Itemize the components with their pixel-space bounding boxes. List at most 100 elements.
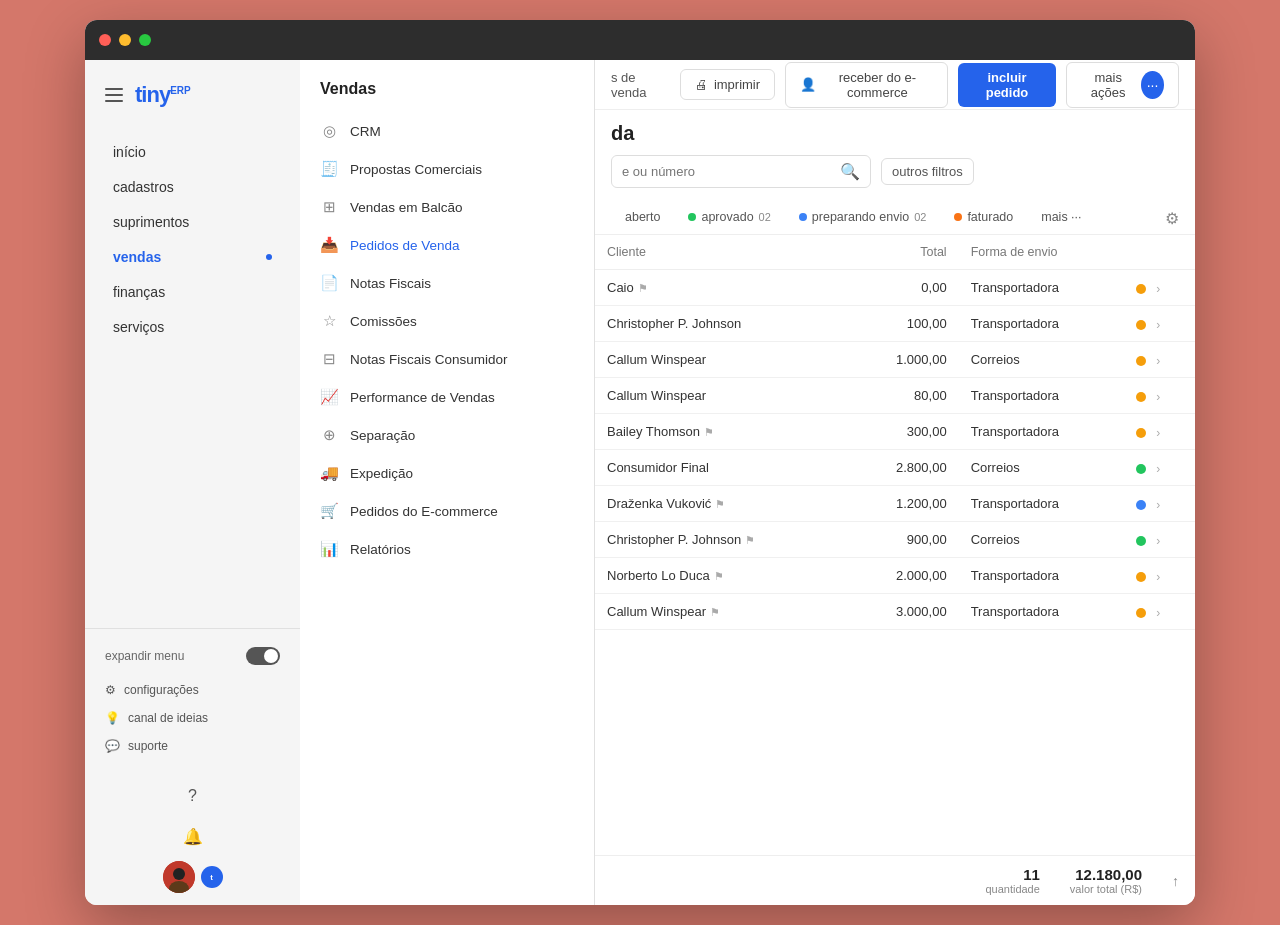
table-row[interactable]: Caio⚑ 0,00 Transportadora › bbox=[595, 270, 1195, 306]
chevron-right-icon: › bbox=[1156, 282, 1160, 296]
print-button[interactable]: 🖨 imprimir bbox=[680, 69, 775, 100]
sidebar-item-cadastros[interactable]: cadastros bbox=[93, 170, 292, 204]
tab-aprovado[interactable]: aprovado 02 bbox=[674, 202, 784, 234]
tab-label: preparando envio bbox=[812, 210, 909, 224]
table-row[interactable]: Christopher P. Johnson 100,00 Transporta… bbox=[595, 306, 1195, 342]
cell-client: Bailey Thomson⚑ bbox=[595, 414, 849, 450]
filter-button[interactable]: outros filtros bbox=[881, 158, 974, 185]
cell-client: Callum Winspear bbox=[595, 342, 849, 378]
ecommerce-button[interactable]: 👤 receber do e-commerce bbox=[785, 62, 948, 108]
table-footer: 11 quantidade 12.180,00 valor total (R$)… bbox=[595, 855, 1195, 905]
cell-client: Callum Winspear⚑ bbox=[595, 594, 849, 630]
status-dot bbox=[1136, 356, 1146, 366]
table-row[interactable]: Consumidor Final 2.800,00 Correios › bbox=[595, 450, 1195, 486]
cell-status: › bbox=[1124, 486, 1195, 521]
maximize-dot[interactable] bbox=[139, 34, 151, 46]
close-dot[interactable] bbox=[99, 34, 111, 46]
dropdown-item-notas-fiscais[interactable]: 📄 Notas Fiscais bbox=[300, 264, 594, 302]
cart-icon: 🛒 bbox=[320, 502, 338, 520]
table-row[interactable]: Christopher P. Johnson⚑ 900,00 Correios … bbox=[595, 522, 1195, 558]
status-dot bbox=[1136, 572, 1146, 582]
cell-total: 300,00 bbox=[849, 414, 959, 450]
tab-preparando[interactable]: preparando envio 02 bbox=[785, 202, 941, 234]
dropdown-item-pedidos-venda[interactable]: 📥 Pedidos de Venda bbox=[300, 226, 594, 264]
notification-button[interactable]: 🔔 bbox=[178, 821, 208, 851]
cell-status: › bbox=[1124, 306, 1195, 341]
tab-count: 02 bbox=[914, 211, 926, 223]
link-configuracoes[interactable]: ⚙ configurações bbox=[101, 677, 284, 703]
star-icon: ☆ bbox=[320, 312, 338, 330]
table-row[interactable]: Callum Winspear 1.000,00 Correios › bbox=[595, 342, 1195, 378]
tab-label: aberto bbox=[625, 210, 660, 224]
cell-client: Christopher P. Johnson bbox=[595, 306, 849, 342]
dropdown-item-expedicao[interactable]: 🚚 Expedição bbox=[300, 454, 594, 492]
dropdown-item-label: Relatórios bbox=[350, 542, 411, 557]
dropdown-item-pedidos-ecommerce[interactable]: 🛒 Pedidos do E-commerce bbox=[300, 492, 594, 530]
status-dot bbox=[1136, 608, 1146, 618]
topbar-breadcrumb: s de venda bbox=[611, 70, 668, 100]
tab-mais[interactable]: mais ··· bbox=[1027, 202, 1095, 234]
column-filter-icon[interactable]: ⚙ bbox=[1165, 209, 1179, 228]
expand-menu-toggle[interactable] bbox=[246, 647, 280, 665]
tab-label: mais ··· bbox=[1041, 210, 1081, 224]
table-row[interactable]: Callum Winspear 80,00 Transportadora › bbox=[595, 378, 1195, 414]
sidebar-item-financas[interactable]: finanças bbox=[93, 275, 292, 309]
cell-shipping: Transportadora bbox=[959, 378, 1125, 414]
more-actions-button[interactable]: mais ações ··· bbox=[1066, 62, 1179, 108]
dropdown-item-separacao[interactable]: ⊕ Separação bbox=[300, 416, 594, 454]
tab-faturado[interactable]: faturado bbox=[940, 202, 1027, 234]
dropdown-item-label: Performance de Vendas bbox=[350, 390, 495, 405]
dropdown-item-propostas[interactable]: 🧾 Propostas Comerciais bbox=[300, 150, 594, 188]
active-dot bbox=[266, 254, 272, 260]
dropdown-item-performance[interactable]: 📈 Performance de Vendas bbox=[300, 378, 594, 416]
hamburger-icon[interactable] bbox=[105, 88, 123, 102]
minimize-dot[interactable] bbox=[119, 34, 131, 46]
tiny-logo-badge: t bbox=[201, 866, 223, 888]
dropdown-item-crm[interactable]: ◎ CRM bbox=[300, 112, 594, 150]
table-row[interactable]: Norberto Lo Duca⚑ 2.000,00 Transportador… bbox=[595, 558, 1195, 594]
cell-client: Christopher P. Johnson⚑ bbox=[595, 522, 849, 558]
sidebar-item-label: início bbox=[113, 144, 146, 160]
sidebar-item-servicos[interactable]: serviços bbox=[93, 310, 292, 344]
dropdown-item-relatorios[interactable]: 📊 Relatórios bbox=[300, 530, 594, 568]
dropdown-item-comissoes[interactable]: ☆ Comissões bbox=[300, 302, 594, 340]
orders-table: Cliente Total Forma de envio Caio⚑ 0,00 … bbox=[595, 235, 1195, 630]
chat-icon: 💬 bbox=[105, 739, 120, 753]
sidebar-item-inicio[interactable]: início bbox=[93, 135, 292, 169]
table-header-row: Cliente Total Forma de envio bbox=[595, 235, 1195, 270]
expand-menu-label: expandir menu bbox=[105, 649, 184, 663]
sidebar: tinyERP início cadastros suprimentos ven… bbox=[85, 60, 300, 905]
dropdown-title: Vendas bbox=[300, 80, 594, 112]
dropdown-item-notas-fiscais-cons[interactable]: ⊟ Notas Fiscais Consumidor bbox=[300, 340, 594, 378]
sidebar-item-label: suprimentos bbox=[113, 214, 189, 230]
file-icon: 📄 bbox=[320, 274, 338, 292]
gear-icon: ⚙ bbox=[105, 683, 116, 697]
table-row[interactable]: Draženka Vuković⚑ 1.200,00 Transportador… bbox=[595, 486, 1195, 522]
search-input[interactable] bbox=[622, 164, 832, 179]
sidebar-icons: ? 🔔 t bbox=[85, 771, 300, 905]
user-avatar[interactable] bbox=[163, 861, 195, 893]
bulb-icon: 💡 bbox=[105, 711, 120, 725]
tab-aberto[interactable]: aberto bbox=[611, 202, 674, 234]
logo-text: tinyERP bbox=[135, 82, 191, 108]
cell-status: › bbox=[1124, 342, 1195, 377]
cell-client: Callum Winspear bbox=[595, 378, 849, 414]
sidebar-item-vendas[interactable]: vendas bbox=[93, 240, 292, 274]
dropdown-item-vendas-balcao[interactable]: ⊞ Vendas em Balcão bbox=[300, 188, 594, 226]
link-label: suporte bbox=[128, 739, 168, 753]
scroll-top-button[interactable]: ↑ bbox=[1172, 873, 1179, 889]
cell-client: Norberto Lo Duca⚑ bbox=[595, 558, 849, 594]
cell-shipping: Transportadora bbox=[959, 558, 1125, 594]
sidebar-item-suprimentos[interactable]: suprimentos bbox=[93, 205, 292, 239]
svg-point-1 bbox=[173, 868, 185, 880]
link-canal-ideias[interactable]: 💡 canal de ideias bbox=[101, 705, 284, 731]
table-row[interactable]: Bailey Thomson⚑ 300,00 Transportadora › bbox=[595, 414, 1195, 450]
dropdown-item-label: Pedidos do E-commerce bbox=[350, 504, 498, 519]
link-suporte[interactable]: 💬 suporte bbox=[101, 733, 284, 759]
total-label: valor total (R$) bbox=[1070, 883, 1142, 895]
status-tabs: aberto aprovado 02 preparando envio 02 bbox=[595, 202, 1195, 235]
table-row[interactable]: Callum Winspear⚑ 3.000,00 Transportadora… bbox=[595, 594, 1195, 630]
help-button[interactable]: ? bbox=[178, 781, 208, 811]
total-value: 12.180,00 bbox=[1075, 866, 1142, 883]
include-order-button[interactable]: incluir pedido bbox=[958, 63, 1057, 107]
